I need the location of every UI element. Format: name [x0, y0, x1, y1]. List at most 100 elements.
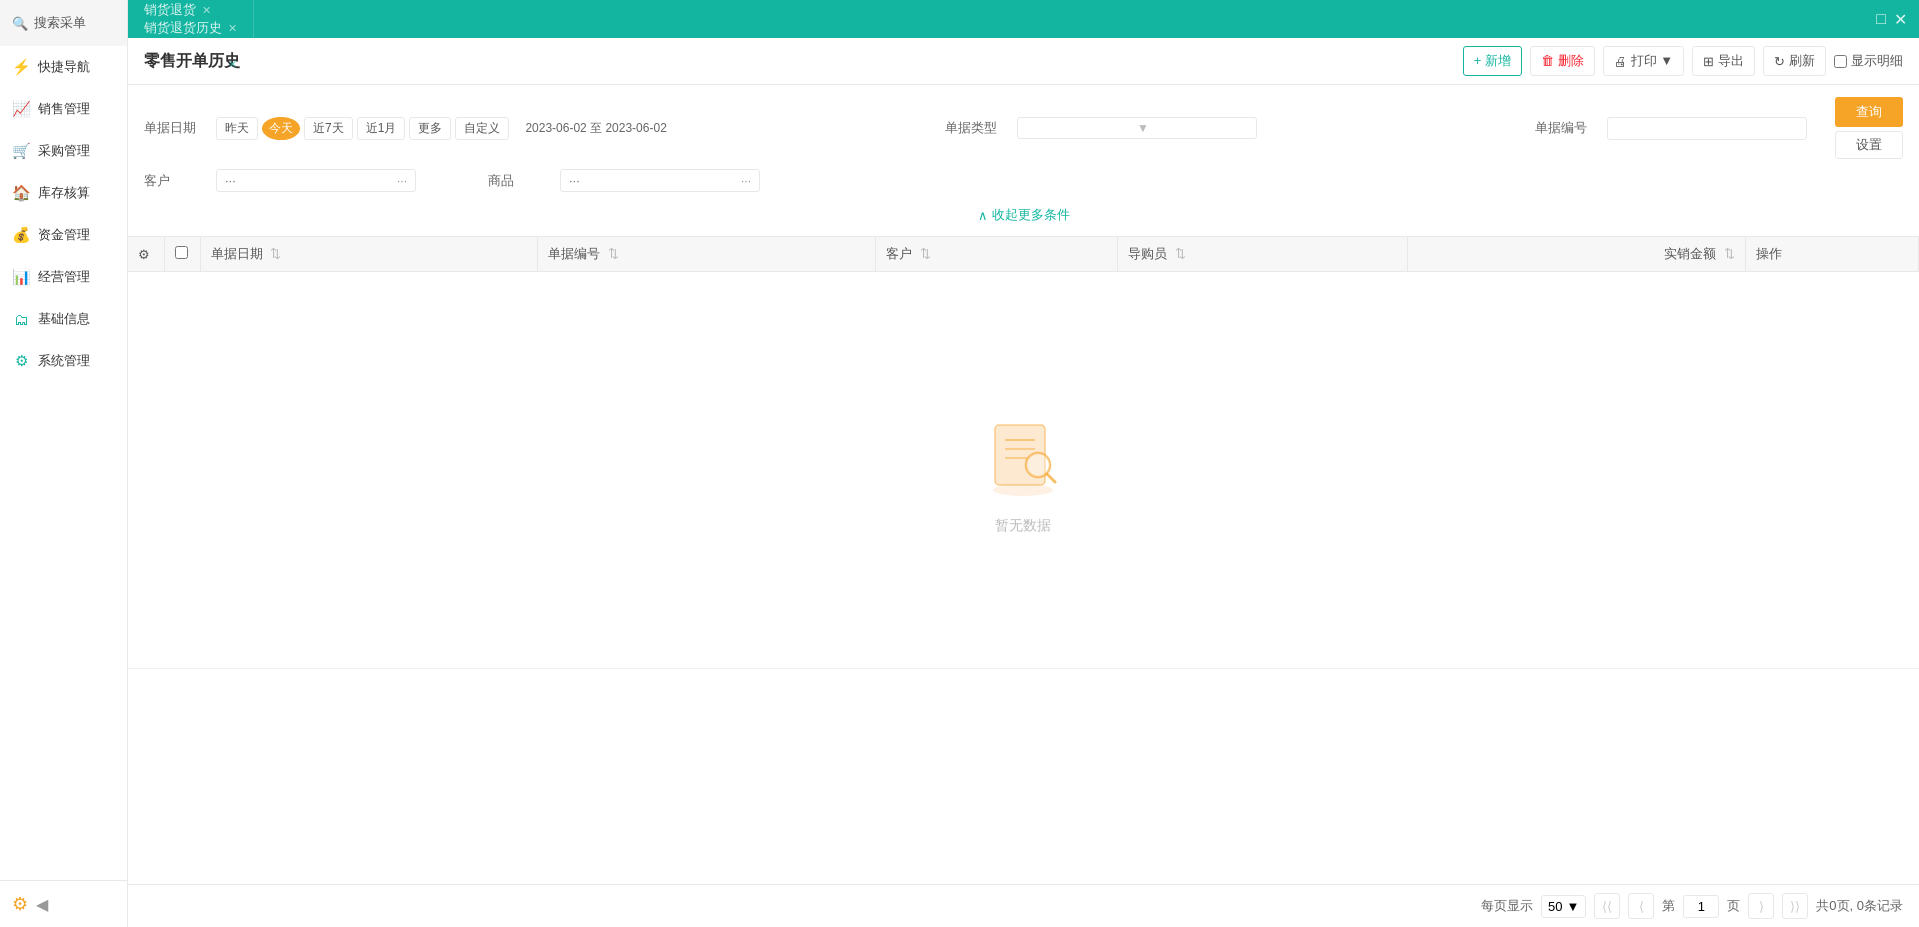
print-button[interactable]: 🖨 🖨 打印 打印 ▼: [1603, 46, 1684, 76]
sidebar-item-quick-nav[interactable]: ⚡快捷导航: [0, 46, 127, 88]
no-sort-icon: ⇅: [608, 246, 619, 261]
sidebar-label-sys-mgmt: 系统管理: [38, 352, 90, 370]
tab-sales-return-history[interactable]: 销货退货历史✕: [128, 19, 254, 37]
sidebar-item-purchase-mgmt[interactable]: 🛒采购管理: [0, 130, 127, 172]
goods-input[interactable]: [569, 173, 741, 188]
per-page-label: 每页显示: [1481, 897, 1533, 915]
collapse-bar[interactable]: ∧ 收起更多条件: [144, 202, 1903, 228]
date-filter-buttons: 昨天今天近7天近1月更多自定义: [216, 117, 509, 140]
table-area: ⚙ 单据日期 ⇅ 单据编号 ⇅ 客户 ⇅ 导购员 ⇅ 实销金额 ⇅ 操作: [128, 237, 1919, 884]
query-button[interactable]: 查询: [1835, 97, 1903, 127]
th-settings[interactable]: ⚙: [128, 237, 164, 272]
customer-input-wrap[interactable]: ···: [216, 169, 416, 192]
goods-label: 商品: [488, 172, 544, 190]
date-sort-icon: ⇅: [270, 246, 281, 261]
page-input[interactable]: [1683, 895, 1719, 918]
sidebar-item-base-info[interactable]: 🗂基础信息: [0, 298, 127, 340]
page-size-select[interactable]: 50 ▼: [1541, 895, 1586, 918]
tab-bar: 首页销售订单✕销货退货✕销货退货历史✕零售开单✕零售开单历史✕ □ ✕: [128, 0, 1919, 38]
pagination: 每页显示 50 ▼ ⟨⟨ ⟨ 第 页 ⟩ ⟩⟩ 共0页, 0条记录: [128, 884, 1919, 927]
sidebar-label-base-info: 基础信息: [38, 310, 90, 328]
collapse-label: 收起更多条件: [992, 206, 1070, 224]
prev-page-btn[interactable]: ⟨: [1628, 893, 1654, 919]
sidebar-icon-finance: 💰: [12, 226, 30, 244]
th-salesperson[interactable]: 导购员 ⇅: [1118, 237, 1408, 272]
th-amount[interactable]: 实销金额 ⇅: [1407, 237, 1745, 272]
sidebar-search[interactable]: 🔍 搜索采单: [0, 0, 127, 46]
th-checkbox[interactable]: [164, 237, 200, 272]
customer-label: 客户: [144, 172, 200, 190]
doc-no-input-wrap[interactable]: [1607, 117, 1807, 140]
window-close-icon[interactable]: ✕: [1894, 10, 1907, 29]
customer-more-icon: ···: [397, 174, 407, 188]
settings-button[interactable]: 设置: [1835, 131, 1903, 159]
tab-label-sales-return: 销货退货: [144, 1, 196, 19]
collapse-sidebar-btn[interactable]: ◀: [36, 895, 48, 914]
amount-sort-icon: ⇅: [1724, 246, 1735, 261]
total-info: 共0页, 0条记录: [1816, 897, 1903, 915]
doc-no-label: 单据编号: [1535, 119, 1591, 137]
date-btn-自定义[interactable]: 自定义: [455, 117, 509, 140]
th-date[interactable]: 单据日期 ⇅: [200, 237, 538, 272]
window-restore-icon[interactable]: □: [1876, 10, 1886, 28]
tab-close-sales-return[interactable]: ✕: [202, 4, 211, 17]
customer-sort-icon: ⇅: [920, 246, 931, 261]
date-btn-更多[interactable]: 更多: [409, 117, 451, 140]
doc-no-input[interactable]: [1616, 121, 1798, 136]
date-btn-近7天[interactable]: 近7天: [304, 117, 353, 140]
date-btn-昨天[interactable]: 昨天: [216, 117, 258, 140]
svg-point-0: [993, 484, 1053, 496]
tab-close-retail-history[interactable]: ✕: [228, 58, 237, 71]
th-no[interactable]: 单据编号 ⇅: [538, 237, 876, 272]
sidebar-bottom: ⚙ ◀: [0, 880, 127, 927]
refresh-button[interactable]: ↻ 刷新: [1763, 46, 1826, 76]
date-btn-近1月[interactable]: 近1月: [357, 117, 406, 140]
customer-input[interactable]: [225, 173, 397, 188]
add-button[interactable]: + 新增: [1463, 46, 1522, 76]
goods-input-wrap[interactable]: ···: [560, 169, 760, 192]
first-page-btn[interactable]: ⟨⟨: [1594, 893, 1620, 919]
next-page-btn[interactable]: ⟩: [1748, 893, 1774, 919]
settings-bottom-icon[interactable]: ⚙: [12, 893, 28, 915]
goods-more-icon: ···: [741, 174, 751, 188]
sidebar-item-sales-mgmt[interactable]: 📈 销售管理: [0, 88, 127, 130]
sidebar-item-sys-mgmt[interactable]: ⚙系统管理: [0, 340, 127, 382]
doc-type-select[interactable]: ▼: [1017, 117, 1257, 139]
filter-area: 单据日期 昨天今天近7天近1月更多自定义 2023-06-02 至 2023-0…: [128, 85, 1919, 237]
display-detail-checkbox[interactable]: 显示明细: [1834, 52, 1903, 70]
tab-bar-right: □ ✕: [1864, 10, 1919, 29]
empty-illustration: [973, 405, 1073, 505]
sidebar-item-operations[interactable]: 📊经营管理: [0, 256, 127, 298]
sidebar: 🔍 搜索采单 ⚡快捷导航 📈 销售管理 🛒采购管理🏠库存核算 💰 资金管理 📊经营管理🗂基础…: [0, 0, 128, 927]
tab-sales-return[interactable]: 销货退货 ✕: [128, 1, 254, 19]
doc-type-arrow: ▼: [1137, 121, 1248, 135]
tab-close-sales-return-history[interactable]: ✕: [228, 22, 237, 35]
last-page-btn[interactable]: ⟩⟩: [1782, 893, 1808, 919]
sidebar-label-finance: 资金管理: [38, 226, 90, 244]
sidebar-label-inventory: 库存核算: [38, 184, 90, 202]
display-detail-input[interactable]: [1834, 55, 1847, 68]
export-button[interactable]: ⊞ 导出: [1692, 46, 1755, 76]
date-btn-今天[interactable]: 今天: [262, 117, 300, 140]
sidebar-icon-quick-nav: ⚡: [12, 58, 30, 76]
delete-button[interactable]: 🗑 删除: [1530, 46, 1595, 76]
collapse-icon: ∧: [978, 208, 988, 223]
sidebar-item-finance[interactable]: 💰 资金管理: [0, 214, 127, 256]
select-all-checkbox[interactable]: [175, 246, 188, 259]
th-customer[interactable]: 客户 ⇅: [876, 237, 1118, 272]
sidebar-icon-purchase-mgmt: 🛒: [12, 142, 30, 160]
print-icon: 🖨: [1614, 54, 1627, 69]
empty-text: 暂无数据: [995, 517, 1051, 535]
sidebar-label-operations: 经营管理: [38, 268, 90, 286]
sidebar-label-sales-mgmt: 销售管理: [38, 100, 90, 118]
export-icon: ⊞: [1703, 54, 1714, 69]
sidebar-item-inventory[interactable]: 🏠库存核算: [0, 172, 127, 214]
page-title: 零售开单历史: [144, 51, 1455, 72]
doc-type-label: 单据类型: [945, 119, 1001, 137]
date-range-display: 2023-06-02 至 2023-06-02: [525, 120, 666, 137]
page-suffix: 页: [1727, 897, 1740, 915]
tab-close-retail-open[interactable]: ✕: [202, 40, 211, 53]
main-content: 首页销售订单✕销货退货✕销货退货历史✕零售开单✕零售开单历史✕ □ ✕ 零售开单…: [128, 0, 1919, 927]
refresh-icon: ↻: [1774, 54, 1785, 69]
sidebar-icon-sales-mgmt: 📈: [12, 100, 30, 118]
